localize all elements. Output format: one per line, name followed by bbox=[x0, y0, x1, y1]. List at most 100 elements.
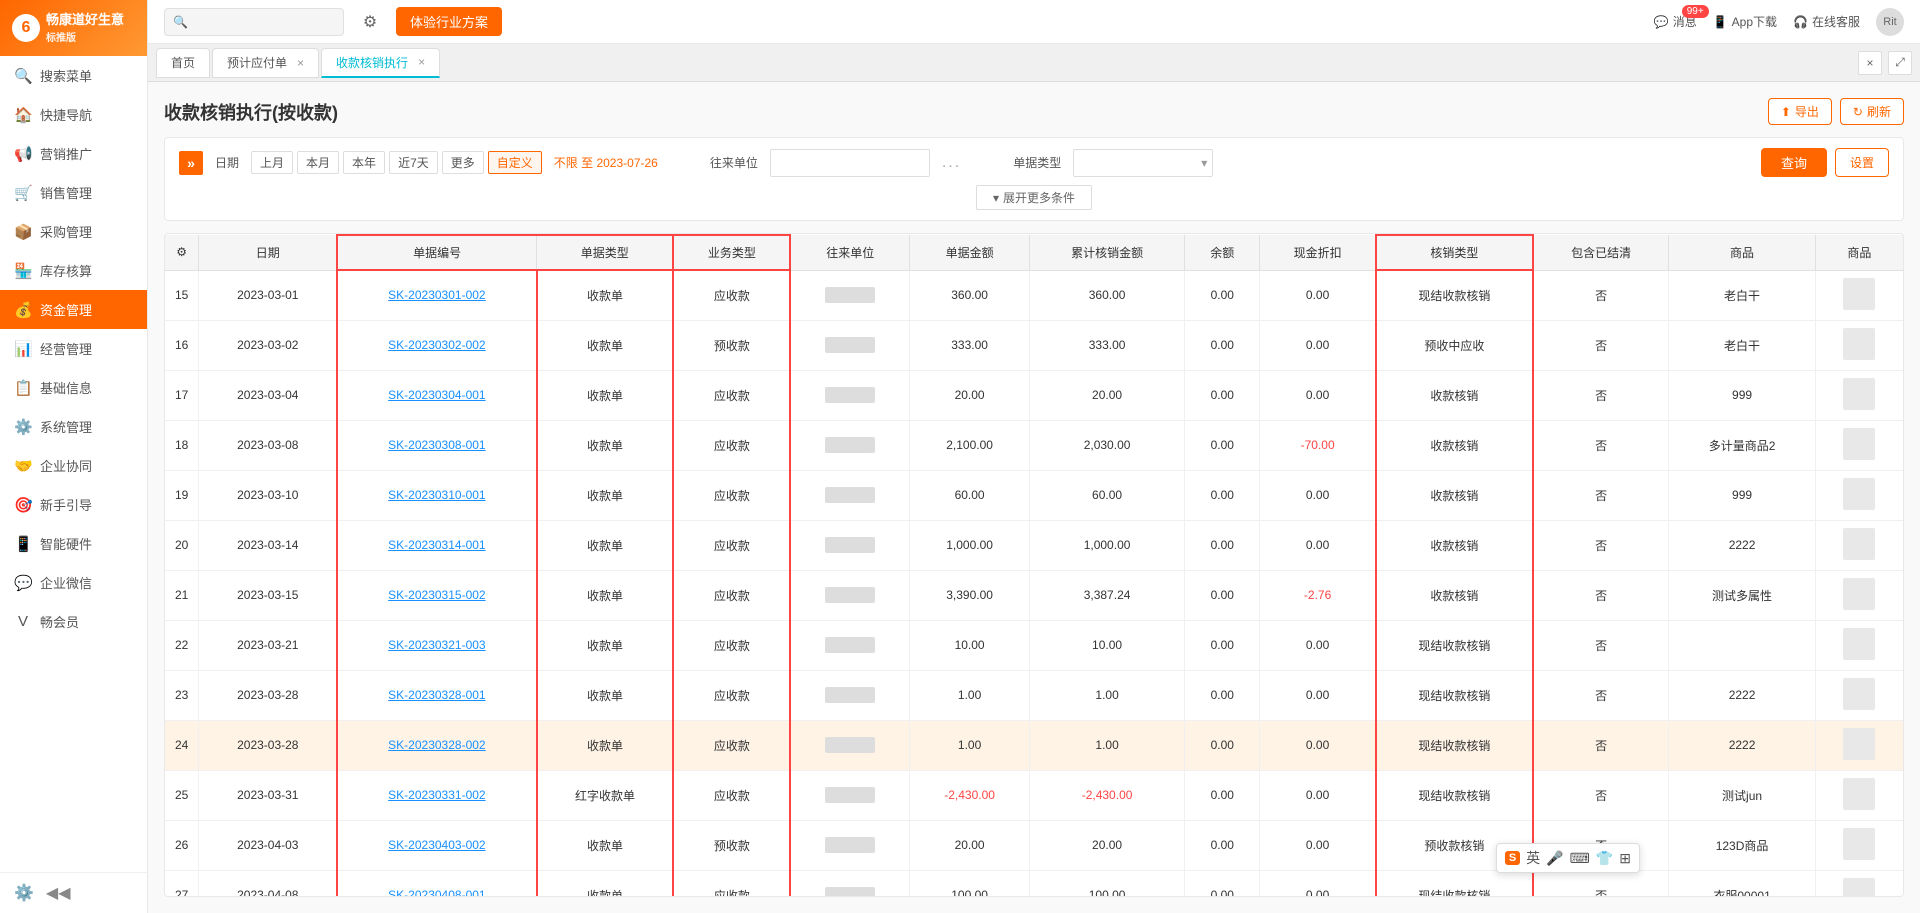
cell-partner: ████ bbox=[790, 620, 909, 670]
cell-verifytype: 现结收款核销 bbox=[1376, 270, 1533, 320]
cell-date: 2023-03-21 bbox=[199, 620, 337, 670]
settings-gear-icon[interactable]: ⚙ bbox=[356, 8, 384, 36]
sidebar-item-hardware[interactable]: 📱智能硬件 bbox=[0, 524, 147, 563]
collapse-icon[interactable]: ◀◀ bbox=[46, 883, 71, 903]
ime-mic-icon[interactable]: 🎤 bbox=[1546, 850, 1563, 867]
date-7days[interactable]: 近7天 bbox=[389, 151, 438, 174]
cell-date: 2023-03-15 bbox=[199, 570, 337, 620]
sidebar-label-search: 搜索菜单 bbox=[40, 66, 92, 85]
ime-grid-icon[interactable]: ⊞ bbox=[1619, 850, 1631, 867]
sidebar-item-member[interactable]: V畅会员 bbox=[0, 602, 147, 641]
settings-button[interactable]: 设置 bbox=[1835, 148, 1889, 177]
sidebar-item-wechat[interactable]: 💬企业微信 bbox=[0, 563, 147, 602]
cell-docno: SK-20230408-001 bbox=[337, 870, 536, 897]
tab-expand-btn[interactable]: ⤢ bbox=[1888, 51, 1912, 75]
cell-balance: 0.00 bbox=[1185, 570, 1260, 620]
tab-prepay-close[interactable]: × bbox=[297, 56, 304, 70]
sidebar-item-inventory[interactable]: 🏪库存核算 bbox=[0, 251, 147, 290]
docno-link[interactable]: SK-20230310-001 bbox=[388, 488, 485, 502]
docno-link[interactable]: SK-20230408-001 bbox=[388, 888, 485, 897]
user-avatar[interactable]: Rit bbox=[1876, 8, 1904, 36]
query-button[interactable]: 查询 bbox=[1761, 148, 1827, 177]
col-header-balance: 余额 bbox=[1185, 235, 1260, 270]
cell-balance: 0.00 bbox=[1185, 320, 1260, 370]
date-range-display: 不限 至 2023-07-26 bbox=[554, 154, 658, 171]
settings-footer-icon[interactable]: ⚙️ bbox=[14, 883, 34, 903]
date-custom-button[interactable]: 自定义 bbox=[488, 151, 542, 174]
sidebar-item-shortcut[interactable]: 🏠快捷导航 bbox=[0, 95, 147, 134]
tab-receipt-close[interactable]: × bbox=[418, 55, 425, 69]
filter-expand-button[interactable]: » bbox=[179, 151, 203, 175]
ime-keyboard-icon[interactable]: ⌨ bbox=[1570, 850, 1590, 867]
docno-link[interactable]: SK-20230328-002 bbox=[388, 738, 485, 752]
ime-english-icon[interactable]: 英 bbox=[1526, 848, 1540, 868]
cell-amount: 2,100.00 bbox=[910, 420, 1030, 470]
basic-icon: 📋 bbox=[14, 379, 32, 397]
cell-balance: 0.00 bbox=[1185, 820, 1260, 870]
cell-biztype: 应收款 bbox=[673, 870, 790, 897]
cell-date: 2023-03-10 bbox=[199, 470, 337, 520]
cell-cumverify: 20.00 bbox=[1029, 820, 1184, 870]
sidebar-item-system[interactable]: ⚙️系统管理 bbox=[0, 407, 147, 446]
docno-link[interactable]: SK-20230403-002 bbox=[388, 838, 485, 852]
cell-biztype: 应收款 bbox=[673, 720, 790, 770]
doctype-select[interactable]: 收款单 红字收款单 bbox=[1073, 149, 1213, 177]
solution-button[interactable]: 体验行业方案 bbox=[396, 7, 502, 36]
app-download-button[interactable]: 📱 App下载 bbox=[1713, 13, 1777, 30]
ime-shirt-icon[interactable]: 👕 bbox=[1596, 850, 1613, 867]
docno-link[interactable]: SK-20230304-001 bbox=[388, 388, 485, 402]
sales-icon: 🛒 bbox=[14, 184, 32, 202]
partner-input[interactable] bbox=[770, 149, 930, 177]
docno-link[interactable]: SK-20230331-002 bbox=[388, 788, 485, 802]
cell-balance: 0.00 bbox=[1185, 520, 1260, 570]
cell-goods: 衣服00001 bbox=[1669, 870, 1815, 897]
sidebar-item-search[interactable]: 🔍搜索菜单 bbox=[0, 56, 147, 95]
filter-right-actions: 查询 设置 bbox=[1761, 148, 1889, 177]
sidebar-nav: 🔍搜索菜单🏠快捷导航📢营销推广🛒销售管理📦采购管理🏪库存核算💰资金管理📊经营管理… bbox=[0, 56, 147, 872]
cell-cashdisc: 0.00 bbox=[1260, 670, 1376, 720]
docno-link[interactable]: SK-20230328-001 bbox=[388, 688, 485, 702]
member-icon: V bbox=[14, 613, 32, 630]
topbar-right: 💬 消息 99+ 📱 App下载 🎧 在线客服 Rit bbox=[1654, 8, 1904, 36]
sidebar-item-cooperation[interactable]: 🤝企业协同 bbox=[0, 446, 147, 485]
docno-link[interactable]: SK-20230321-003 bbox=[388, 638, 485, 652]
sidebar-item-purchase[interactable]: 📦采购管理 bbox=[0, 212, 147, 251]
col-header-gear[interactable]: ⚙ bbox=[165, 235, 199, 270]
sidebar: 6 畅康道好生意 标推版 🔍搜索菜单🏠快捷导航📢营销推广🛒销售管理📦采购管理🏪库… bbox=[0, 0, 148, 913]
cell-docno: SK-20230403-002 bbox=[337, 820, 536, 870]
topbar-search-box[interactable]: 🔍 bbox=[164, 8, 344, 36]
docno-link[interactable]: SK-20230302-002 bbox=[388, 338, 485, 352]
service-button[interactable]: 🎧 在线客服 bbox=[1793, 13, 1860, 30]
docno-link[interactable]: SK-20230315-002 bbox=[388, 588, 485, 602]
refresh-button[interactable]: ↻ 刷新 bbox=[1840, 98, 1904, 125]
sidebar-item-operations[interactable]: 📊经营管理 bbox=[0, 329, 147, 368]
sidebar-item-marketing[interactable]: 📢营销推广 bbox=[0, 134, 147, 173]
app-label: App下载 bbox=[1732, 13, 1777, 30]
docno-link[interactable]: SK-20230314-001 bbox=[388, 538, 485, 552]
date-more[interactable]: 更多 bbox=[442, 151, 484, 174]
docno-link[interactable]: SK-20230301-002 bbox=[388, 288, 485, 302]
docno-link[interactable]: SK-20230308-001 bbox=[388, 438, 485, 452]
date-this-year[interactable]: 本年 bbox=[343, 151, 385, 174]
table-row: 20 2023-03-14 SK-20230314-001 收款单 应收款 ██… bbox=[165, 520, 1903, 570]
sidebar-item-finance[interactable]: 💰资金管理 bbox=[0, 290, 147, 329]
expand-more-button[interactable]: ▾ 展开更多条件 bbox=[976, 185, 1092, 210]
tab-receipt[interactable]: 收款核销执行 × bbox=[321, 48, 440, 78]
date-buttons: 上月 本月 本年 近7天 更多 自定义 bbox=[251, 151, 542, 174]
tab-home[interactable]: 首页 bbox=[156, 48, 210, 78]
cooperation-icon: 🤝 bbox=[14, 457, 32, 475]
sidebar-label-marketing: 营销推广 bbox=[40, 144, 92, 163]
message-button[interactable]: 💬 消息 99+ bbox=[1654, 13, 1697, 30]
finance-icon: 💰 bbox=[14, 301, 32, 319]
sidebar-item-basic[interactable]: 📋基础信息 bbox=[0, 368, 147, 407]
date-this-month[interactable]: 本月 bbox=[297, 151, 339, 174]
sidebar-item-guide[interactable]: 🎯新手引导 bbox=[0, 485, 147, 524]
col-header-verifytype: 核销类型 bbox=[1376, 235, 1533, 270]
tab-close-btn[interactable]: × bbox=[1858, 51, 1882, 75]
tab-prepay[interactable]: 预计应付单 × bbox=[212, 48, 319, 78]
partner-filter-label: 往来单位 bbox=[710, 154, 758, 171]
sidebar-item-sales[interactable]: 🛒销售管理 bbox=[0, 173, 147, 212]
date-last-month[interactable]: 上月 bbox=[251, 151, 293, 174]
cell-cashdisc: -2.76 bbox=[1260, 570, 1376, 620]
export-button[interactable]: ⬆ 导出 bbox=[1768, 98, 1832, 125]
